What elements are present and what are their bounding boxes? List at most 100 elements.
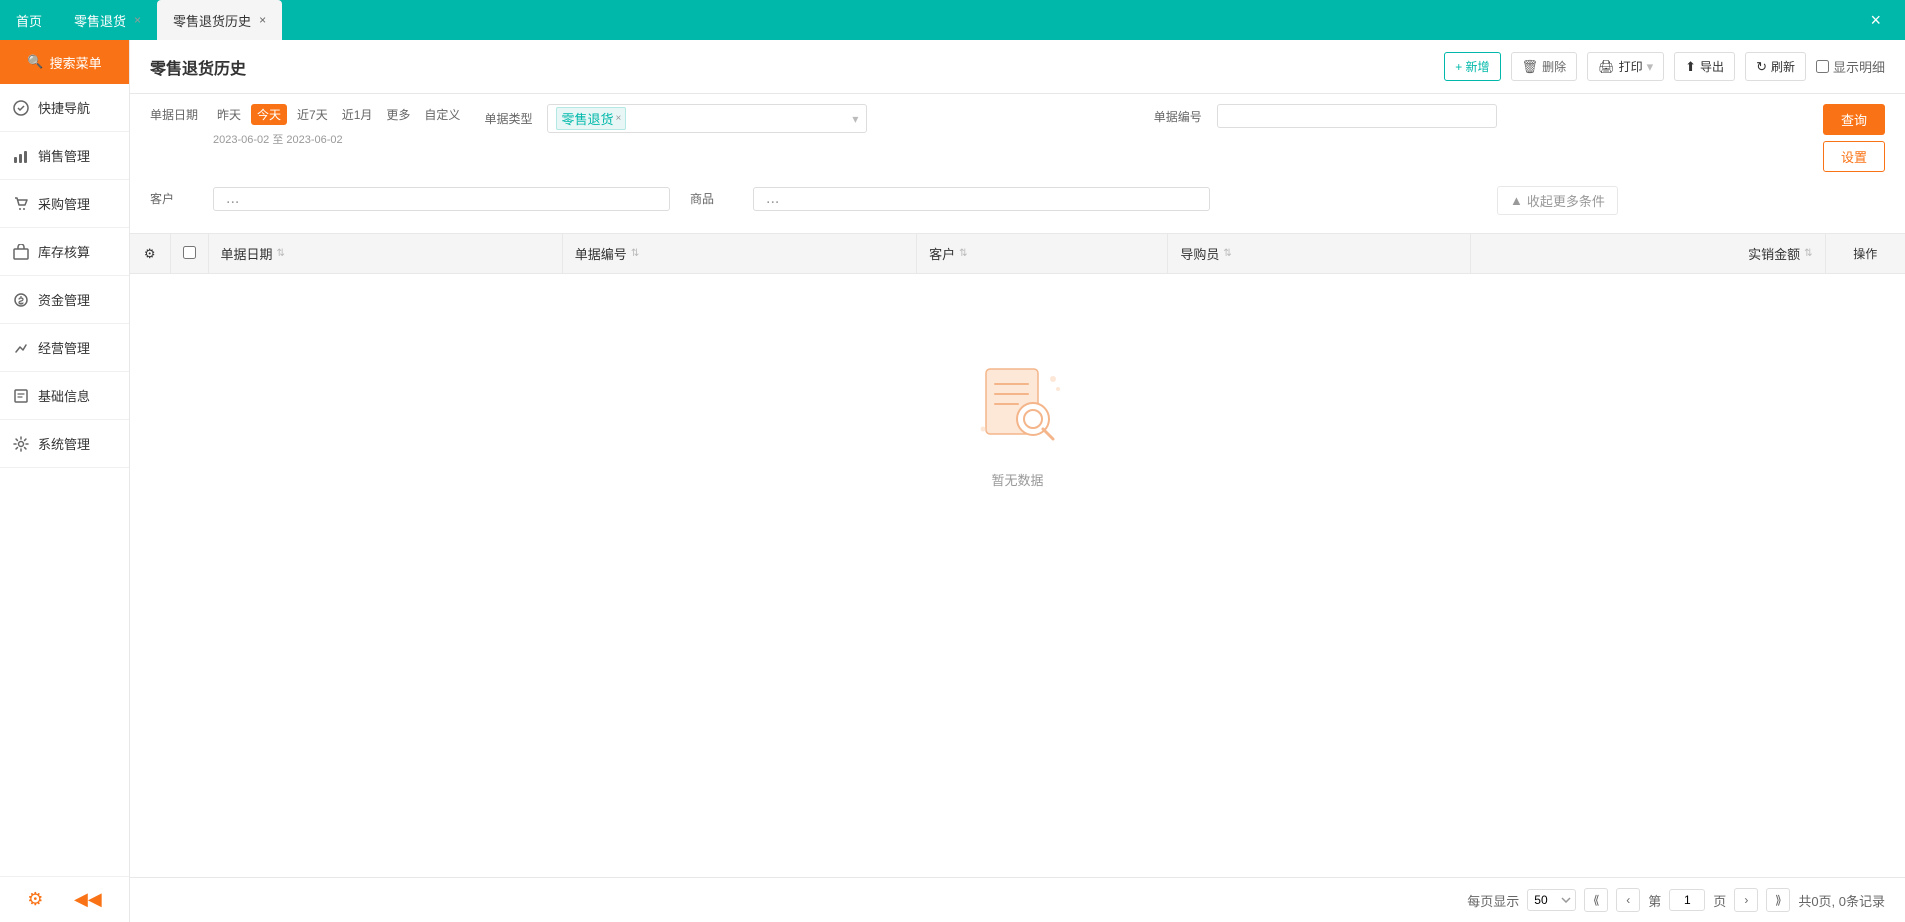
sidebar-search[interactable]: 🔍 搜索菜单 [0, 40, 129, 84]
th-checkbox[interactable] [170, 234, 208, 274]
th-customer[interactable]: 客户 ⇅ [917, 234, 1168, 274]
print-button[interactable]: 🖨 打印 ▾ [1587, 52, 1664, 81]
doc-number-label: 单据编号 [1154, 108, 1209, 125]
filter-settings-button[interactable]: 设置 [1823, 141, 1885, 172]
filter-section: 单据日期 昨天 今天 近7天 近1月 更多 自定义 2023-06-02 至 2… [130, 94, 1905, 234]
table-header: ⚙ 单据日期 ⇅ 单据编号 [130, 234, 1905, 274]
sidebar-item-finance[interactable]: 资金管理 [0, 276, 129, 324]
total-info: 共0页, 0条记录 [1798, 891, 1885, 910]
sidebar-item-sales-mgmt[interactable]: 销售管理 [0, 132, 129, 180]
select-all-checkbox[interactable] [183, 246, 196, 259]
basic-info-icon [12, 387, 30, 405]
sidebar-item-quick-nav[interactable]: 快捷导航 [0, 84, 129, 132]
th-amount-label: 实销金额 [1748, 244, 1800, 263]
sidebar-search-label: 搜索菜单 [50, 53, 102, 72]
th-number[interactable]: 单据编号 ⇅ [562, 234, 916, 274]
sidebar-bottom: ⚙ ◀◀ [0, 876, 129, 922]
top-bar: 首页 零售退货 × 零售退货历史 × × [0, 0, 1905, 40]
sidebar-item-purchase-label: 采购管理 [38, 194, 90, 213]
th-amount[interactable]: 实销金额 ⇅ [1471, 234, 1825, 274]
refresh-icon: ↻ [1756, 59, 1767, 75]
page-header: 零售退货历史 + 新增 🗑 🗑 删除 删除 🖨 打印 ▾ ⬆ 导出 ↻ [130, 40, 1905, 94]
customer-dots[interactable]: ... [222, 190, 243, 208]
delete-icon: 🗑 [1522, 59, 1539, 75]
goods-dots[interactable]: ... [762, 190, 783, 208]
new-button[interactable]: + 新增 [1444, 52, 1500, 81]
page-title: 零售退货历史 [150, 55, 246, 79]
query-button[interactable]: 查询 [1823, 104, 1885, 135]
table-wrapper: ⚙ 单据日期 ⇅ 单据编号 [130, 234, 1905, 877]
date-opt-today[interactable]: 今天 [251, 104, 287, 125]
display-detail-checkbox[interactable]: 显示明细 [1816, 57, 1885, 76]
prev-page-button[interactable]: ‹ [1616, 888, 1640, 912]
date-options: 昨天 今天 近7天 近1月 更多 自定义 [213, 104, 464, 125]
sidebar-item-basic-info-label: 基础信息 [38, 386, 90, 405]
sidebar-item-inventory[interactable]: 库存核算 [0, 228, 129, 276]
sidebar-item-quick-nav-label: 快捷导航 [38, 98, 90, 117]
date-opt-1month[interactable]: 近1月 [338, 104, 377, 125]
date-sort-icon: ⇅ [277, 248, 285, 259]
tab-home[interactable]: 首页 [0, 0, 58, 40]
doc-type-tag[interactable]: 零售退货 × [556, 107, 626, 130]
amount-sort-icon: ⇅ [1804, 248, 1812, 259]
settings-icon[interactable]: ⚙ [27, 889, 43, 910]
sidebar-item-basic-info[interactable]: 基础信息 [0, 372, 129, 420]
page-size-select[interactable]: 10 20 50 100 [1527, 889, 1576, 911]
collapse-icon: ▲ [1510, 193, 1523, 208]
finance-icon [12, 291, 30, 309]
number-sort-icon: ⇅ [631, 248, 639, 259]
date-opt-more[interactable]: 更多 [382, 104, 414, 125]
last-page-button[interactable]: ⟫ [1766, 888, 1790, 912]
volume-icon[interactable]: ◀◀ [74, 889, 102, 910]
doc-number-input[interactable] [1217, 104, 1497, 128]
sidebar-item-system-mgmt[interactable]: 系统管理 [0, 420, 129, 468]
tab-retail-return-history-label: 零售退货历史 [173, 11, 251, 30]
doc-type-dropdown-icon[interactable]: ▾ [852, 112, 858, 126]
delete-button[interactable]: 🗑 🗑 删除 删除 [1511, 52, 1578, 81]
date-filter-label: 单据日期 [150, 106, 205, 123]
purchase-mgmt-icon [12, 195, 30, 213]
table-body: 暂无数据 [130, 274, 1905, 570]
refresh-button[interactable]: ↻ 刷新 [1745, 52, 1806, 81]
tab-retail-return-close[interactable]: × [134, 13, 141, 27]
date-range-display: 2023-06-02 至 2023-06-02 [150, 131, 464, 147]
first-page-button[interactable]: ⟪ [1584, 888, 1608, 912]
gear-icon[interactable]: ⚙ [144, 246, 156, 261]
window-close-button[interactable]: × [1862, 10, 1889, 31]
display-detail-input[interactable] [1816, 60, 1829, 73]
date-opt-yesterday[interactable]: 昨天 [213, 104, 245, 125]
doc-type-tag-label: 零售退货 [561, 109, 613, 128]
th-gear[interactable]: ⚙ [130, 234, 170, 274]
doc-type-tag-close[interactable]: × [615, 113, 621, 124]
header-actions: + 新增 🗑 🗑 删除 删除 🖨 打印 ▾ ⬆ 导出 ↻ 刷新 [1444, 52, 1885, 81]
sidebar-item-purchase-mgmt[interactable]: 采购管理 [0, 180, 129, 228]
customer-input[interactable]: ... [213, 187, 670, 211]
th-date-label: 单据日期 [221, 244, 273, 263]
tab-retail-return[interactable]: 零售退货 × [58, 0, 157, 40]
tab-retail-return-label: 零售退货 [74, 11, 126, 30]
export-button[interactable]: ⬆ 导出 [1674, 52, 1735, 81]
th-date[interactable]: 单据日期 ⇅ [208, 234, 562, 274]
page-number-input[interactable] [1669, 889, 1705, 911]
doc-type-input[interactable]: 零售退货 × ▾ [547, 104, 867, 133]
th-action: 操作 [1825, 234, 1905, 274]
tab-home-label: 首页 [16, 11, 42, 30]
goods-input[interactable]: ... [753, 187, 1210, 211]
tab-bar: 首页 零售退货 × 零售退货历史 × [0, 0, 1862, 40]
customer-sort-icon: ⇅ [959, 248, 967, 259]
sidebar-item-operations[interactable]: 经营管理 [0, 324, 129, 372]
operations-icon [12, 339, 30, 357]
tab-retail-return-history[interactable]: 零售退货历史 × [157, 0, 282, 40]
quick-nav-icon [12, 99, 30, 117]
sidebar-item-sales-label: 销售管理 [38, 146, 90, 165]
th-guide[interactable]: 导购员 ⇅ [1168, 234, 1471, 274]
next-page-button[interactable]: › [1734, 888, 1758, 912]
export-icon: ⬆ [1685, 59, 1696, 75]
date-opt-7days[interactable]: 近7天 [293, 104, 332, 125]
doc-type-label: 单据类型 [484, 110, 539, 127]
tab-retail-return-history-close[interactable]: × [259, 13, 266, 27]
goods-label: 商品 [690, 190, 745, 207]
date-opt-custom[interactable]: 自定义 [420, 104, 464, 125]
collapse-button[interactable]: ▲ 收起更多条件 [1497, 186, 1618, 215]
th-customer-label: 客户 [929, 244, 955, 263]
